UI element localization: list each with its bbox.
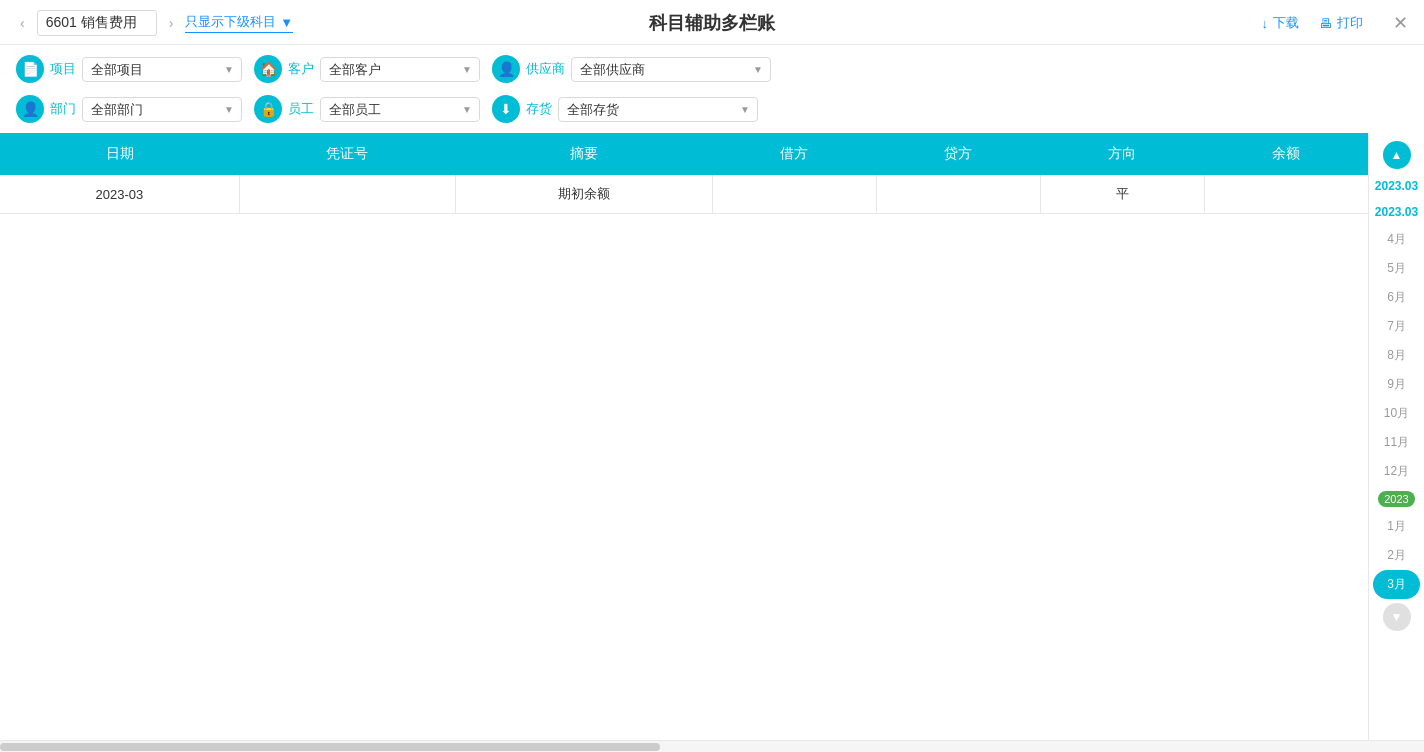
timeline-month-7[interactable]: 7月 (1369, 312, 1424, 341)
download-icon: ↓ (1262, 16, 1269, 31)
project-filter: 📄 项目 全部项目 (16, 55, 242, 83)
timeline-month-1[interactable]: 1月 (1369, 512, 1424, 541)
col-credit: 贷方 (876, 133, 1040, 175)
inventory-filter: ⬇ 存货 全部存货 (492, 95, 758, 123)
dept-select-wrapper: 全部部门 (82, 97, 242, 122)
timeline-month-8[interactable]: 8月 (1369, 341, 1424, 370)
prev-arrow[interactable]: ‹ (16, 13, 29, 33)
customer-filter: 🏠 客户 全部客户 (254, 55, 480, 83)
show-sub-select[interactable]: 只显示下级科目 ▼ (185, 13, 293, 33)
filter-row-2: 👤 部门 全部部门 🔒 员工 全部员工 ⬇ 存货 (16, 95, 758, 123)
table-row[interactable]: 2023-03 期初余额 平 (0, 175, 1368, 214)
chevron-down-icon: ▼ (280, 15, 293, 30)
customer-icon: 🏠 (254, 55, 282, 83)
timeline-period-1[interactable]: 2023.03 (1369, 173, 1424, 199)
main-content: 日期 凭证号 摘要 借方 贷方 方向 余额 2023-03 期初余额 (0, 133, 1424, 740)
dept-select[interactable]: 全部部门 (82, 97, 242, 122)
data-table: 日期 凭证号 摘要 借方 贷方 方向 余额 2023-03 期初余额 (0, 133, 1368, 214)
inventory-select[interactable]: 全部存货 (558, 97, 758, 122)
timeline-month-9[interactable]: 9月 (1369, 370, 1424, 399)
timeline-month-10[interactable]: 10月 (1369, 399, 1424, 428)
timeline-month-5[interactable]: 5月 (1369, 254, 1424, 283)
table-body: 2023-03 期初余额 平 (0, 175, 1368, 214)
dept-filter: 👤 部门 全部部门 (16, 95, 242, 123)
close-button[interactable]: ✕ (1393, 12, 1408, 34)
project-label: 项目 (50, 60, 76, 78)
cell-balance (1204, 175, 1368, 214)
table-area: 日期 凭证号 摘要 借方 贷方 方向 余额 2023-03 期初余额 (0, 133, 1368, 740)
cell-summary: 期初余额 (455, 175, 712, 214)
customer-select[interactable]: 全部客户 (320, 57, 480, 82)
col-debit: 借方 (712, 133, 876, 175)
col-direction: 方向 (1040, 133, 1204, 175)
cell-voucher (239, 175, 455, 214)
inventory-select-wrapper: 全部存货 (558, 97, 758, 122)
timeline-month-4[interactable]: 4月 (1369, 225, 1424, 254)
account-code: 6601 销售费用 (37, 10, 157, 36)
timeline-month-3[interactable]: 3月 (1373, 570, 1420, 599)
main-window: ‹ 6601 销售费用 › 只显示下级科目 ▼ 科目辅助多栏账 ↓ 下载 🖶 打… (0, 0, 1424, 752)
timeline-panel: ▲ 2023.03 2023.03 4月 5月 6月 7月 8月 9月 10月 … (1368, 133, 1424, 740)
cell-credit (876, 175, 1040, 214)
cell-direction: 平 (1040, 175, 1204, 214)
supplier-select-wrapper: 全部供应商 (571, 57, 771, 82)
project-select[interactable]: 全部项目 (82, 57, 242, 82)
print-button[interactable]: 🖶 打印 (1319, 14, 1363, 32)
employee-select-wrapper: 全部员工 (320, 97, 480, 122)
cell-debit (712, 175, 876, 214)
supplier-filter: 👤 供应商 全部供应商 (492, 55, 771, 83)
print-icon: 🖶 (1319, 16, 1332, 31)
inventory-icon: ⬇ (492, 95, 520, 123)
timeline-down-arrow[interactable]: ▼ (1383, 603, 1411, 631)
timeline-month-12[interactable]: 12月 (1369, 457, 1424, 486)
year-badge[interactable]: 2023 (1378, 491, 1414, 507)
title-left: ‹ 6601 销售费用 › 只显示下级科目 ▼ (16, 10, 293, 36)
download-button[interactable]: ↓ 下载 (1262, 14, 1300, 32)
project-icon: 📄 (16, 55, 44, 83)
print-label: 打印 (1337, 14, 1363, 32)
col-balance: 余额 (1204, 133, 1368, 175)
filter-row-1: 📄 项目 全部项目 🏠 客户 全部客户 👤 供应商 (16, 55, 771, 83)
customer-label: 客户 (288, 60, 314, 78)
employee-icon: 🔒 (254, 95, 282, 123)
bottom-scrollbar[interactable] (0, 740, 1424, 752)
timeline-month-2[interactable]: 2月 (1369, 541, 1424, 570)
download-label: 下载 (1273, 14, 1299, 32)
customer-select-wrapper: 全部客户 (320, 57, 480, 82)
supplier-label: 供应商 (526, 60, 565, 78)
title-bar: ‹ 6601 销售费用 › 只显示下级科目 ▼ 科目辅助多栏账 ↓ 下载 🖶 打… (0, 0, 1424, 45)
timeline-period-2[interactable]: 2023.03 (1369, 199, 1424, 225)
title-right: ↓ 下载 🖶 打印 ✕ (1262, 12, 1409, 34)
supplier-icon: 👤 (492, 55, 520, 83)
filter-bar: 📄 项目 全部项目 🏠 客户 全部客户 👤 供应商 (0, 45, 1424, 133)
project-select-wrapper: 全部项目 (82, 57, 242, 82)
dept-label: 部门 (50, 100, 76, 118)
timeline-up-arrow[interactable]: ▲ (1383, 141, 1411, 169)
scrollbar-thumb (0, 743, 660, 751)
col-voucher: 凭证号 (239, 133, 455, 175)
employee-label: 员工 (288, 100, 314, 118)
show-sub-label: 只显示下级科目 (185, 13, 276, 31)
employee-filter: 🔒 员工 全部员工 (254, 95, 480, 123)
col-date: 日期 (0, 133, 239, 175)
supplier-select[interactable]: 全部供应商 (571, 57, 771, 82)
employee-select[interactable]: 全部员工 (320, 97, 480, 122)
dept-icon: 👤 (16, 95, 44, 123)
table-header: 日期 凭证号 摘要 借方 贷方 方向 余额 (0, 133, 1368, 175)
col-summary: 摘要 (455, 133, 712, 175)
timeline-month-11[interactable]: 11月 (1369, 428, 1424, 457)
inventory-label: 存货 (526, 100, 552, 118)
timeline-month-6[interactable]: 6月 (1369, 283, 1424, 312)
next-arrow[interactable]: › (165, 13, 178, 33)
page-title: 科目辅助多栏账 (649, 11, 775, 35)
cell-date: 2023-03 (0, 175, 239, 214)
